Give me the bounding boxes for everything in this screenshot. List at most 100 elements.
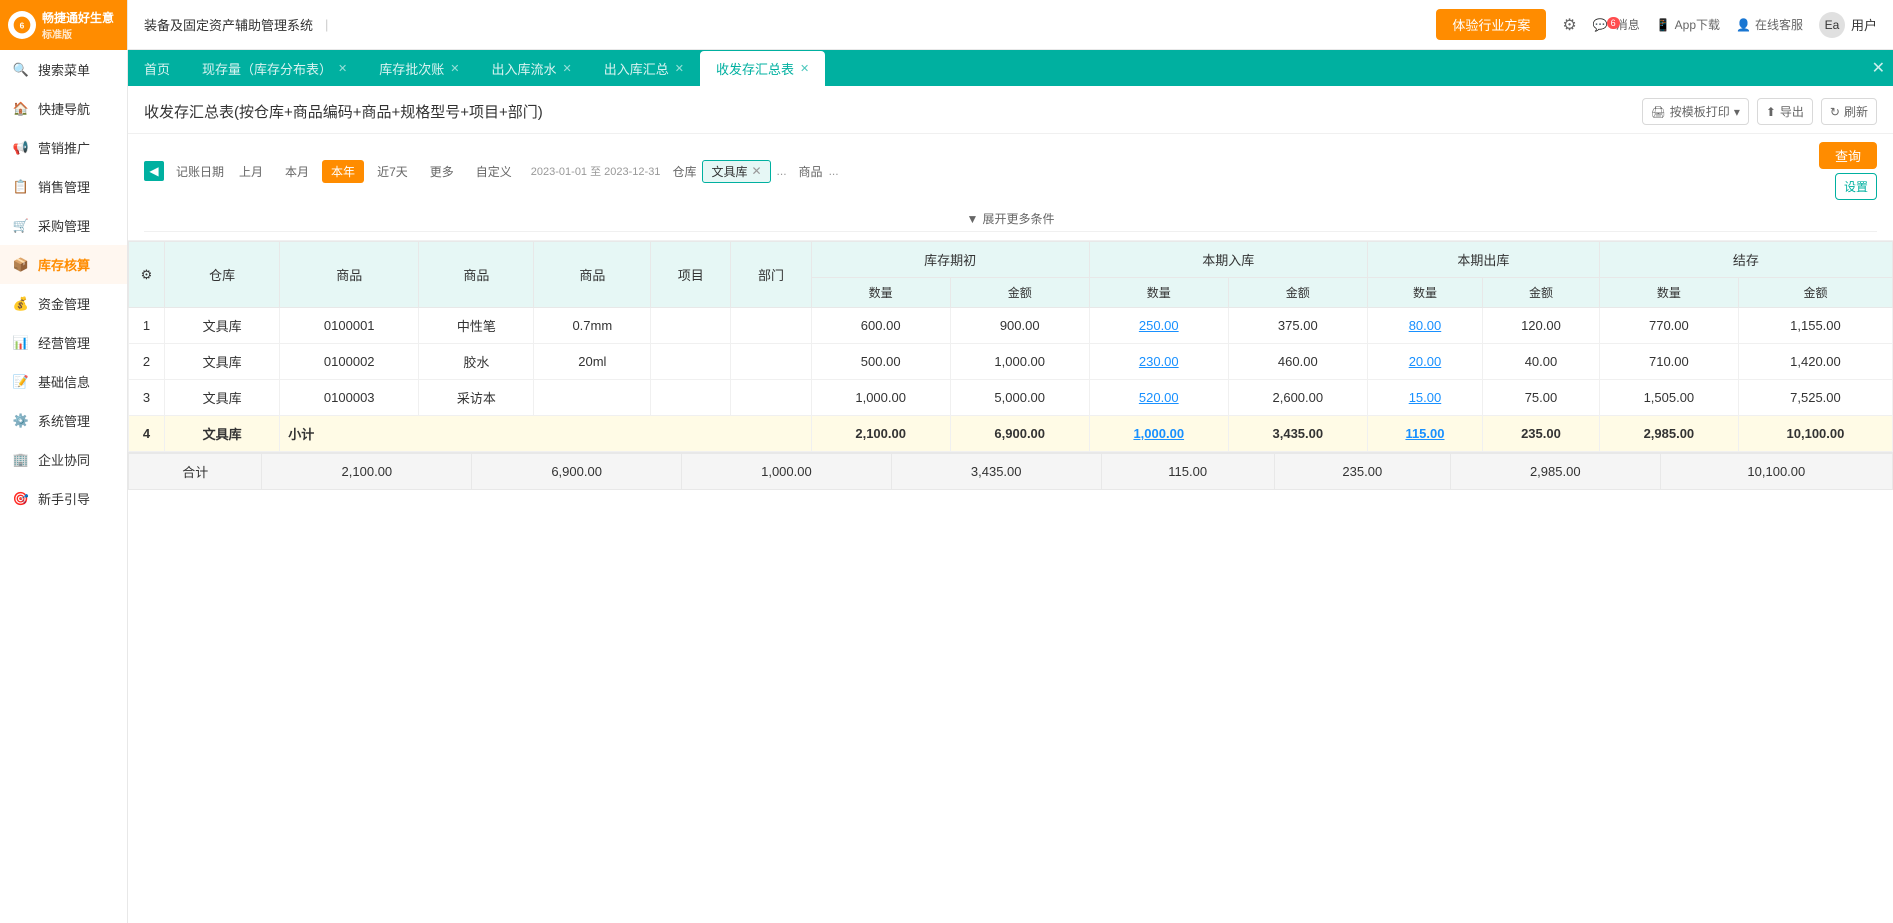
tab-recv-send-summary[interactable]: 收发存汇总表 ✕ (700, 51, 825, 86)
tab-home[interactable]: 首页 (128, 51, 186, 86)
row-inbound-qty[interactable]: 250.00 (1089, 308, 1228, 344)
date-btn-last-month[interactable]: 上月 (230, 160, 272, 183)
product-filter-group: 商品 ... (799, 163, 839, 180)
date-filter-group: 记账日期 上月 本月 本年 近7天 更多 自定义 2023-01-01 至 20… (176, 160, 660, 183)
th-outbound-qty: 数量 (1367, 278, 1482, 308)
date-btn-more[interactable]: 更多 (421, 160, 463, 183)
settings-btn[interactable]: 设置 (1835, 173, 1877, 200)
row-no: 3 (129, 380, 165, 416)
sidebar-item-purchase[interactable]: 🛒 采购管理 (0, 206, 127, 245)
tab-in-out-summary[interactable]: 出入库汇总 ✕ (588, 51, 700, 86)
date-btn-7days[interactable]: 近7天 (368, 160, 417, 183)
th-outbound-amt: 金额 (1483, 278, 1600, 308)
date-btn-custom[interactable]: 自定义 (467, 160, 521, 183)
app-subtitle: 标准版 (42, 26, 114, 41)
refresh-icon: ↻ (1830, 105, 1840, 119)
sidebar-item-enterprise[interactable]: 🏢 企业协同 (0, 440, 127, 479)
sidebar-item-system[interactable]: ⚙️ 系统管理 (0, 401, 127, 440)
total-inbound-qty: 1,000.00 (682, 453, 892, 490)
marketing-icon: 📢 (12, 139, 30, 157)
refresh-btn[interactable]: ↻ 刷新 (1821, 98, 1877, 125)
gear-icon[interactable]: ⚙ (141, 267, 153, 282)
sidebar-item-basic-info[interactable]: 📝 基础信息 (0, 362, 127, 401)
row-inbound-amt: 460.00 (1228, 344, 1367, 380)
row-outbound-qty[interactable]: 20.00 (1367, 344, 1482, 380)
query-btn[interactable]: 查询 (1819, 142, 1877, 169)
warehouse-tag[interactable]: 文具库 ✕ (702, 160, 770, 183)
app-download-btn[interactable]: 📱 App下载 (1656, 16, 1720, 33)
user-label: 用户 (1851, 15, 1877, 34)
date-btn-this-month[interactable]: 本月 (276, 160, 318, 183)
print-icon: 🖨 (1651, 105, 1666, 119)
row-outbound-qty[interactable]: 15.00 (1367, 380, 1482, 416)
filter-toggle-btn[interactable]: ◀ (144, 161, 164, 181)
row-balance-amt: 7,525.00 (1738, 380, 1892, 416)
product-more[interactable]: ... (829, 164, 839, 178)
export-btn[interactable]: ⬆ 导出 (1757, 98, 1813, 125)
total-row: 合计 2,100.00 6,900.00 1,000.00 3,435.00 1… (129, 453, 1893, 490)
date-filter-btns: 上月 本月 本年 近7天 更多 自定义 (230, 160, 521, 183)
user-avatar: Ea (1819, 12, 1845, 38)
th-balance-amt: 金额 (1738, 278, 1892, 308)
total-opening-amt: 6,900.00 (472, 453, 682, 490)
tab-batch-close[interactable]: ✕ (450, 62, 459, 75)
online-service-btn[interactable]: 👤 在线客服 (1736, 16, 1803, 33)
subtotal-row: 4 文具库 小计 2,100.00 6,900.00 1,000.00 3,43… (129, 416, 1893, 452)
sidebar-item-operations[interactable]: 📊 经营管理 (0, 323, 127, 362)
messages-btn[interactable]: 💬 6 消息 (1593, 16, 1640, 33)
row-inbound-qty[interactable]: 230.00 (1089, 344, 1228, 380)
user-btn[interactable]: Ea 用户 (1819, 12, 1877, 38)
sidebar-item-quick-nav[interactable]: 🏠 快捷导航 (0, 89, 127, 128)
sidebar-item-inventory[interactable]: 📦 库存核算 (0, 245, 127, 284)
tab-in-out-flow[interactable]: 出入库流水 ✕ (475, 51, 587, 86)
print-template-btn[interactable]: 🖨 按模板打印 ▾ (1642, 98, 1749, 125)
product-filter-label: 商品 (799, 163, 823, 180)
sidebar-item-search[interactable]: 🔍 搜索菜单 (0, 50, 127, 89)
row-project (651, 344, 731, 380)
sidebar-item-sales[interactable]: 📋 销售管理 (0, 167, 127, 206)
row-inbound-qty[interactable]: 520.00 (1089, 380, 1228, 416)
tab-home-label: 首页 (144, 59, 170, 78)
row-outbound-qty[interactable]: 80.00 (1367, 308, 1482, 344)
row-balance-qty: 1,505.00 (1599, 380, 1738, 416)
svg-text:6: 6 (20, 20, 25, 30)
warehouse-more[interactable]: ... (777, 164, 787, 178)
warehouse-tag-close[interactable]: ✕ (751, 164, 761, 178)
row-no: 1 (129, 308, 165, 344)
tab-batch[interactable]: 库存批次账 ✕ (363, 51, 475, 86)
sidebar-item-beginner[interactable]: 🎯 新手引导 (0, 479, 127, 518)
tab-inventory-dist-close[interactable]: ✕ (338, 62, 347, 75)
trial-btn[interactable]: 体验行业方案 (1436, 9, 1546, 40)
gear-icon[interactable]: ⚙ (1562, 15, 1576, 35)
subtotal-inbound-qty[interactable]: 1,000.00 (1089, 416, 1228, 452)
th-gear[interactable]: ⚙ (129, 242, 165, 308)
tab-inventory-dist[interactable]: 现存量（库存分布表） ✕ (186, 51, 363, 86)
expand-more-btn[interactable]: ▼ 展开更多条件 (144, 206, 1877, 232)
close-all-tabs[interactable]: ✕ (1872, 58, 1885, 78)
th-product-spec: 商品 (534, 242, 651, 308)
subtotal-balance-qty: 2,985.00 (1599, 416, 1738, 452)
th-outbound: 本期出库 (1367, 242, 1599, 278)
chevron-down-icon: ▾ (1734, 105, 1740, 119)
sidebar-item-marketing[interactable]: 📢 营销推广 (0, 128, 127, 167)
subtotal-outbound-qty[interactable]: 115.00 (1367, 416, 1482, 452)
date-btn-this-year[interactable]: 本年 (322, 160, 364, 183)
beginner-icon: 🎯 (12, 490, 30, 508)
sidebar-item-finance[interactable]: 💰 资金管理 (0, 284, 127, 323)
content-inner: 收发存汇总表(按仓库+商品编码+商品+规格型号+项目+部门) 🖨 按模板打印 ▾… (128, 86, 1893, 923)
tab-recv-send-summary-close[interactable]: ✕ (800, 62, 809, 75)
online-service-label: 在线客服 (1755, 16, 1803, 33)
expand-more-label: 展开更多条件 (982, 210, 1054, 227)
tab-in-out-summary-close[interactable]: ✕ (675, 62, 684, 75)
row-product-name: 胶水 (419, 344, 534, 380)
date-filter-label: 记账日期 (176, 163, 224, 180)
tab-in-out-flow-close[interactable]: ✕ (563, 62, 572, 75)
tab-in-out-summary-label: 出入库汇总 (604, 59, 669, 78)
row-product-name: 采访本 (419, 380, 534, 416)
table-row: 1 文具库 0100001 中性笔 0.7mm 600.00 900.00 25… (129, 308, 1893, 344)
row-inbound-amt: 375.00 (1228, 308, 1367, 344)
app-logo: 6 畅捷通好生意 标准版 (0, 0, 127, 50)
total-footer-table: 合计 2,100.00 6,900.00 1,000.00 3,435.00 1… (128, 452, 1893, 490)
operations-icon: 📊 (12, 334, 30, 352)
row-opening-amt: 900.00 (950, 308, 1089, 344)
